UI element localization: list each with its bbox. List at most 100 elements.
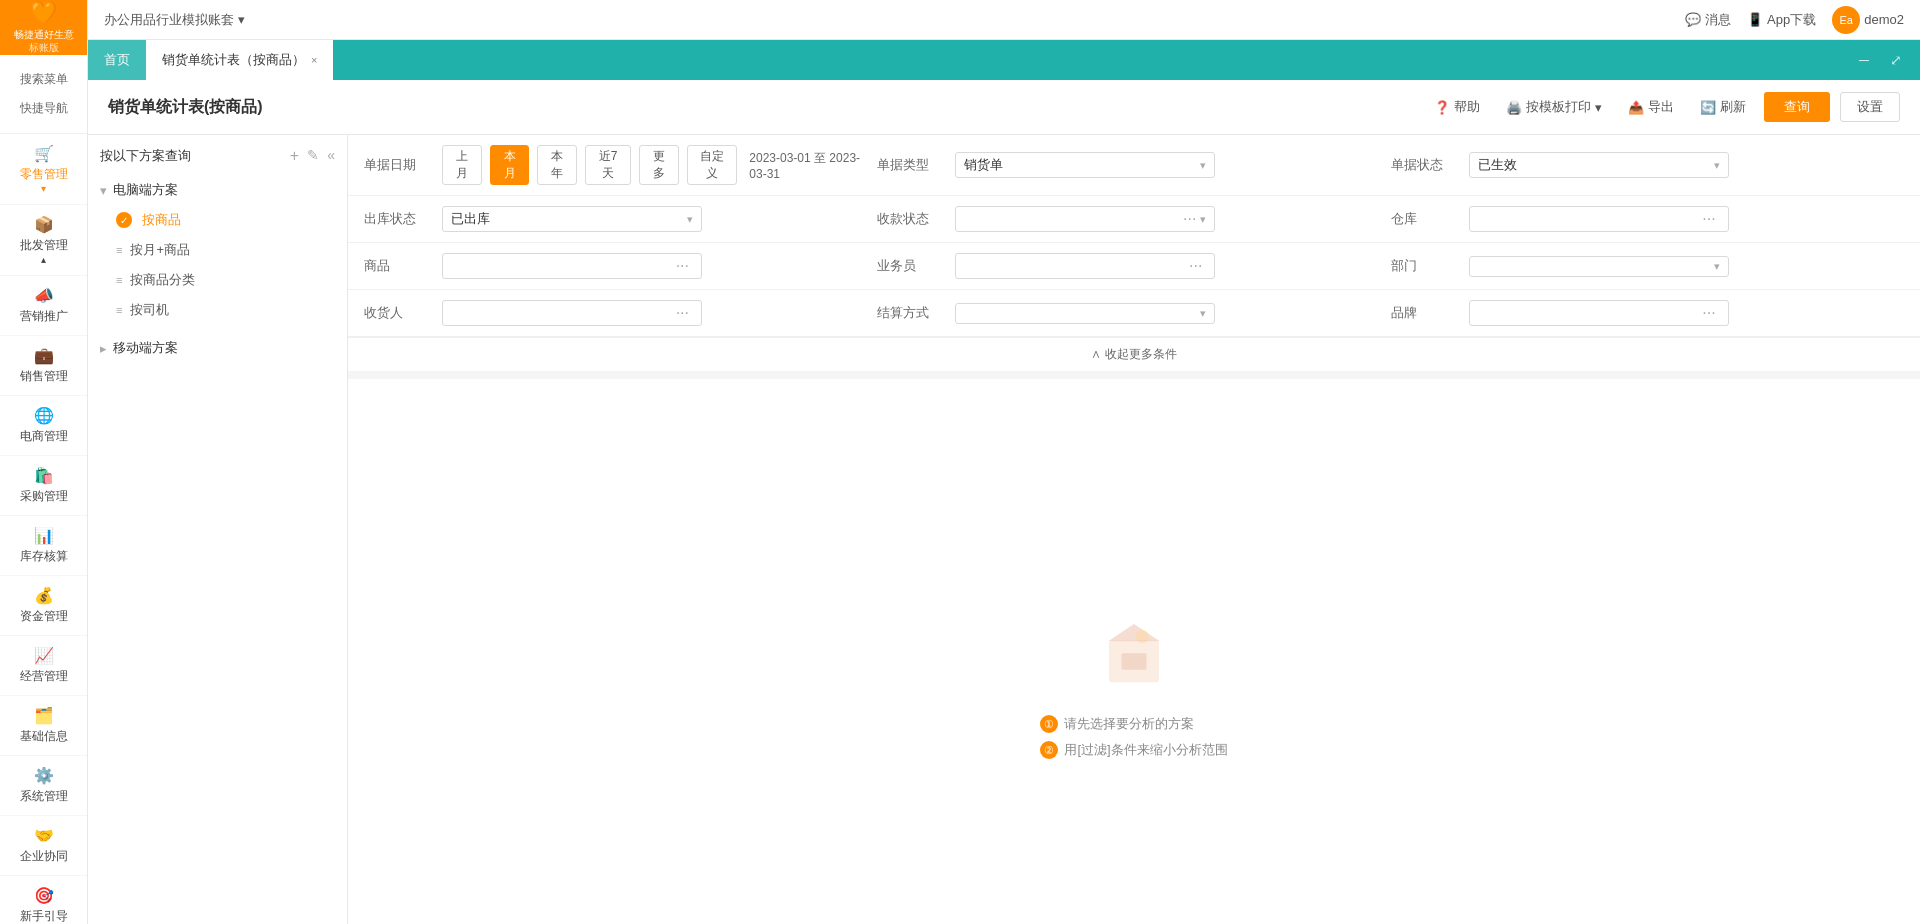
query-btn[interactable]: 查询 — [1764, 92, 1830, 122]
search-menu-item[interactable]: 搜索菜单 — [20, 65, 68, 94]
warehouse-select[interactable]: ··· — [1469, 206, 1729, 232]
receipt-status-label: 收款状态 — [877, 210, 947, 228]
out-status-value: 已出库 — [451, 210, 687, 228]
product-select[interactable]: ··· — [442, 253, 702, 279]
sidebar-item-retail[interactable]: 🛒 零售管理 ▾ — [0, 134, 87, 205]
right-panel: 单据日期 上月 本月 本年 近7天 更多 自定义 2023-03-01 至 20… — [348, 135, 1920, 924]
brand-select[interactable]: ··· — [1469, 300, 1729, 326]
status-filter-area: 单据状态 已生效 ▾ — [1391, 152, 1904, 178]
dept-filter: 部门 ▾ — [1391, 256, 1904, 277]
dept-select[interactable]: ▾ — [1469, 256, 1729, 277]
page-header-actions: ❓ 帮助 🖨️ 按模板打印 ▾ 📤 导出 🔄 刷新 查询 — [1426, 92, 1900, 134]
maximize-tab-btn[interactable]: ⤢ — [1884, 48, 1908, 72]
product-filter: 商品 ··· — [364, 253, 877, 279]
salesman-select[interactable]: ··· — [955, 253, 1215, 279]
sidebar-item-ecommerce[interactable]: 🌐 电商管理 — [0, 396, 87, 456]
sidebar-item-sales[interactable]: 💼 销售管理 — [0, 336, 87, 396]
date-btn-custom[interactable]: 自定义 — [687, 145, 738, 185]
print-btn[interactable]: 🖨️ 按模板打印 ▾ — [1498, 94, 1610, 120]
cooperation-icon: 🤝 — [34, 826, 54, 845]
brand-dots[interactable]: ··· — [1698, 304, 1719, 322]
export-icon: 📤 — [1628, 100, 1644, 115]
out-status-label: 出库状态 — [364, 210, 434, 228]
warehouse-filter: 仓库 ··· — [1391, 206, 1904, 232]
export-btn[interactable]: 📤 导出 — [1620, 94, 1682, 120]
help-btn[interactable]: ❓ 帮助 — [1426, 94, 1488, 120]
app-logo[interactable]: 🧡 畅捷通好生意 标账版 — [0, 0, 88, 55]
add-scheme-icon[interactable]: + — [290, 147, 299, 165]
user-menu[interactable]: Ea demo2 — [1832, 6, 1904, 34]
finance-label: 资金管理 — [20, 608, 68, 625]
sidebar-item-inventory[interactable]: 📊 库存核算 — [0, 516, 87, 576]
empty-state: ① 请先选择要分析的方案 ② 用[过滤]条件来缩小分析范围 — [348, 379, 1920, 924]
date-btn-more[interactable]: 更多 — [639, 145, 679, 185]
date-btn-this-year[interactable]: 本年 — [537, 145, 577, 185]
pc-expand-icon[interactable]: ▾ — [100, 183, 107, 198]
ecommerce-label: 电商管理 — [20, 428, 68, 445]
empty-tip-1: ① 请先选择要分析的方案 — [1040, 715, 1227, 733]
date-btn-this-month[interactable]: 本月 — [490, 145, 530, 185]
left-panel: 按以下方案查询 + ✎ « ▾ 电脑端方案 ✓ 按商品 — [88, 135, 348, 924]
quick-nav-item[interactable]: 快捷导航 — [20, 94, 68, 123]
collapse-bar[interactable]: ∧ 收起更多条件 — [348, 337, 1920, 371]
tab-home[interactable]: 首页 — [88, 40, 146, 80]
sidebar-item-finance[interactable]: 💰 资金管理 — [0, 576, 87, 636]
warehouse-dots[interactable]: ··· — [1698, 210, 1719, 228]
system-icon: ⚙️ — [34, 766, 54, 785]
out-status-select[interactable]: 已出库 ▾ — [442, 206, 702, 232]
receipt-status-dots[interactable]: ··· — [1179, 210, 1200, 228]
sidebar-item-operations[interactable]: 📈 经营管理 — [0, 636, 87, 696]
date-btn-7days[interactable]: 近7天 — [585, 145, 631, 185]
help-icon: ❓ — [1434, 100, 1450, 115]
recipient-select[interactable]: ··· — [442, 300, 702, 326]
setting-btn[interactable]: 设置 — [1840, 92, 1900, 122]
sidebar-item-guide[interactable]: 🎯 新手引导 — [0, 876, 87, 924]
sidebar-item-system[interactable]: ⚙️ 系统管理 — [0, 756, 87, 816]
sidebar-item-marketing[interactable]: 📣 营销推广 — [0, 276, 87, 336]
out-status-arrow: ▾ — [687, 213, 693, 226]
tab-sales-stat[interactable]: 销货单统计表（按商品） × — [146, 40, 333, 80]
payment-select[interactable]: ▾ — [955, 303, 1215, 324]
edit-scheme-icon[interactable]: ✎ — [307, 147, 319, 165]
product-label: 商品 — [364, 257, 434, 275]
sidebar-item-purchase[interactable]: 🛍️ 采购管理 — [0, 456, 87, 516]
tree-item-by-month-product[interactable]: ≡ 按月+商品 — [104, 235, 347, 265]
home-tab-label: 首页 — [104, 51, 130, 69]
tree-item-by-cashier[interactable]: ≡ 按司机 — [104, 295, 347, 325]
page-header: 销货单统计表(按商品) ❓ 帮助 🖨️ 按模板打印 ▾ 📤 导出 🔄 刷新 — [88, 80, 1920, 135]
by-month-product-label: 按月+商品 — [130, 241, 190, 259]
pc-section: ▾ 电脑端方案 — [88, 175, 347, 205]
refresh-btn[interactable]: 🔄 刷新 — [1692, 94, 1754, 120]
sidebar-item-cooperation[interactable]: 🤝 企业协同 — [0, 816, 87, 876]
receipt-status-select[interactable]: ··· ▾ — [955, 206, 1215, 232]
collapse-scheme-icon[interactable]: « — [327, 147, 335, 165]
finance-icon: 💰 — [34, 586, 54, 605]
mobile-expand-icon[interactable]: ▸ — [100, 341, 107, 356]
filter-row-1: 单据日期 上月 本月 本年 近7天 更多 自定义 2023-03-01 至 20… — [348, 135, 1920, 196]
marketing-icon: 📣 — [34, 286, 54, 305]
receipt-status-filter: 收款状态 ··· ▾ — [877, 206, 1390, 232]
type-filter-area: 单据类型 销货单 ▾ — [877, 152, 1390, 178]
date-btn-last-month[interactable]: 上月 — [442, 145, 482, 185]
status-select[interactable]: 已生效 ▾ — [1469, 152, 1729, 178]
guide-icon: 🎯 — [34, 886, 54, 905]
type-select[interactable]: 销货单 ▾ — [955, 152, 1215, 178]
tree-item-by-product[interactable]: ✓ 按商品 — [104, 205, 347, 235]
product-dots[interactable]: ··· — [672, 257, 693, 275]
sidebar-item-basic[interactable]: 🗂️ 基础信息 — [0, 696, 87, 756]
sales-icon: 💼 — [34, 346, 54, 365]
sidebar-item-wholesale[interactable]: 📦 批发管理 ▴ — [0, 205, 87, 276]
company-dropdown[interactable]: 办公用品行业模拟账套 ▾ — [104, 11, 245, 29]
by-product-label: 按商品 — [142, 211, 181, 229]
tree-item-by-category[interactable]: ≡ 按商品分类 — [104, 265, 347, 295]
recipient-dots[interactable]: ··· — [672, 304, 693, 322]
filter-row-3: 商品 ··· 业务员 ··· — [348, 243, 1920, 290]
message-btn[interactable]: 💬 消息 — [1685, 11, 1731, 29]
minimize-tab-btn[interactable]: ─ — [1852, 48, 1876, 72]
print-icon: 🖨️ — [1506, 100, 1522, 115]
sidebar: 🧡 畅捷通好生意 标账版 搜索菜单 快捷导航 🛒 零售管理 ▾ 📦 批发管理 ▴… — [0, 0, 88, 924]
purchase-label: 采购管理 — [20, 488, 68, 505]
tab-close-icon[interactable]: × — [311, 54, 317, 66]
salesman-dots[interactable]: ··· — [1185, 257, 1206, 275]
app-download-btn[interactable]: 📱 App下载 — [1747, 11, 1816, 29]
